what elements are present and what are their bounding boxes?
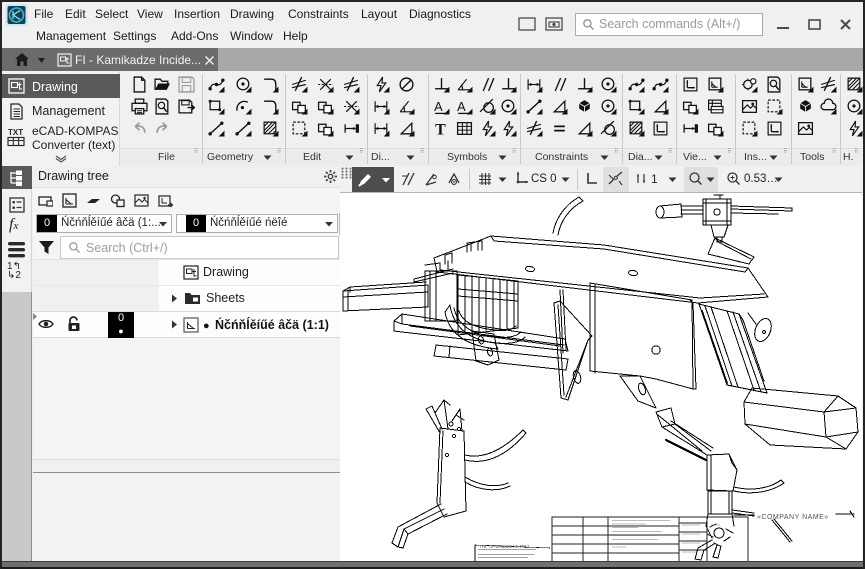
- svg-text:THI. I IPW 4B3O I 3 4T1J: THI. I IPW 4B3O I 3 4T1J: [479, 544, 529, 549]
- svg-text:TXT: TXT: [8, 128, 23, 137]
- svg-text:«COMPANY NAME»: «COMPANY NAME»: [757, 514, 829, 521]
